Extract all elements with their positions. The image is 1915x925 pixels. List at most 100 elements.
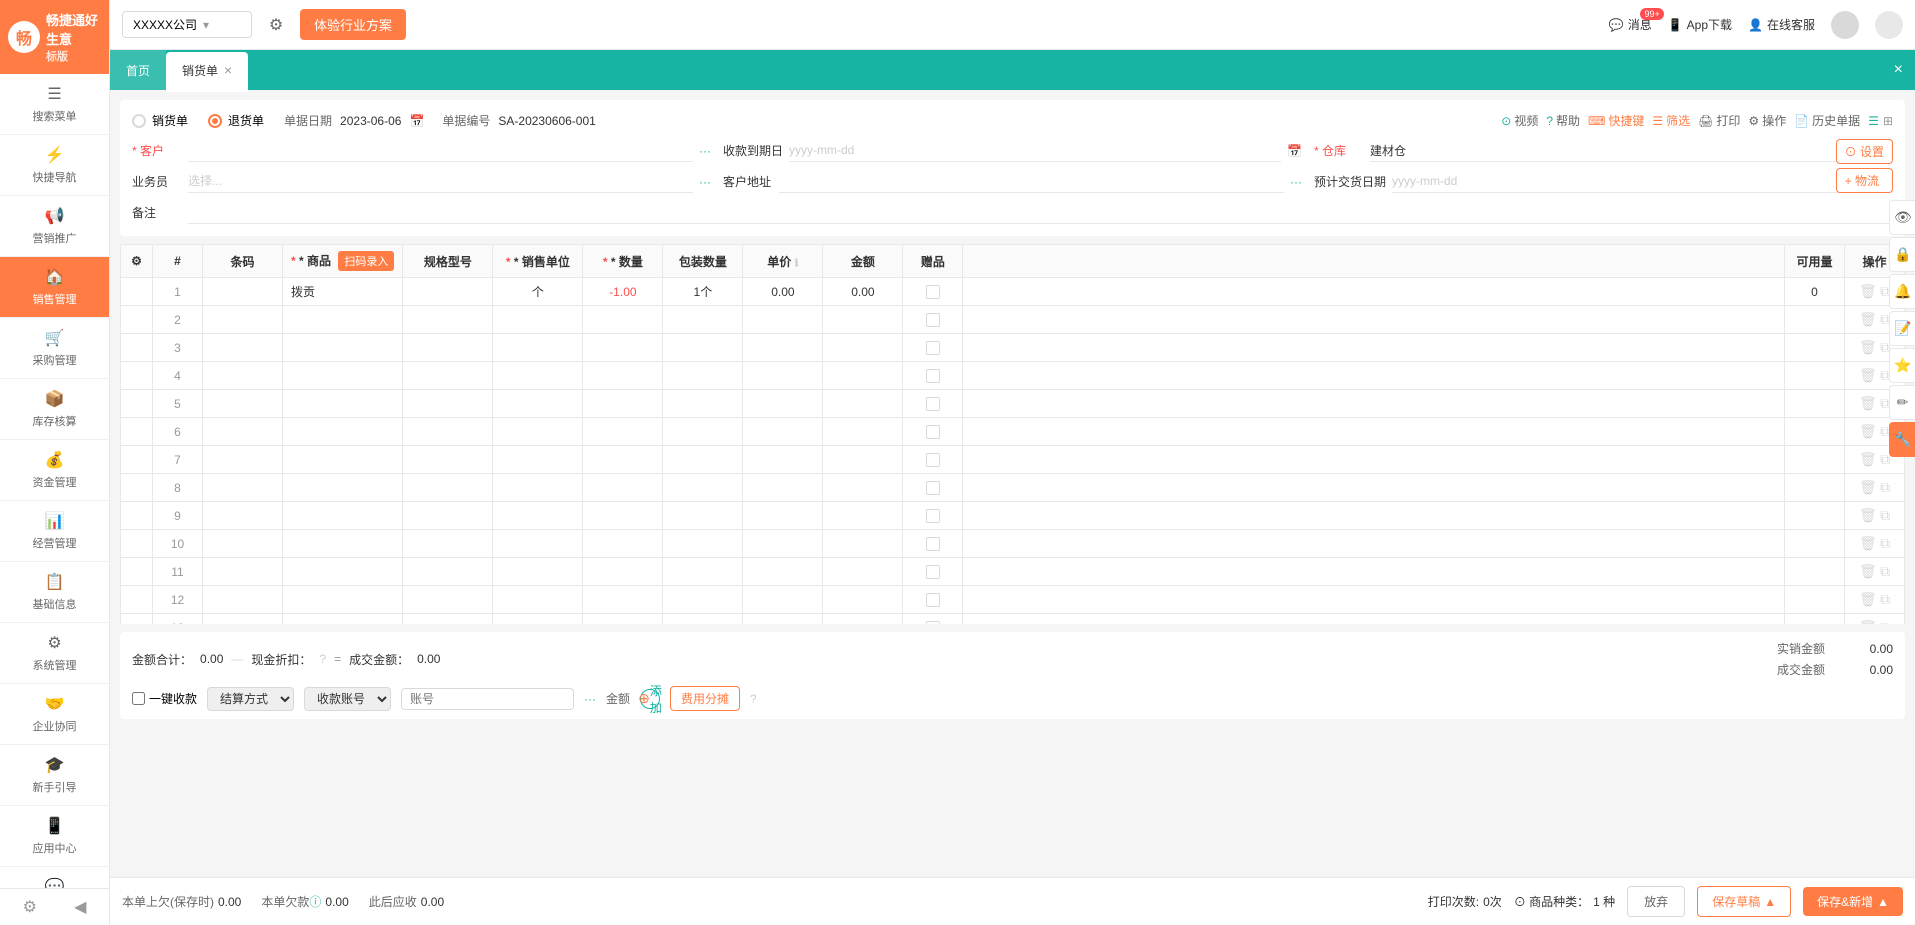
row-spec-cell[interactable] [403,502,493,530]
row-amount-cell[interactable] [823,390,903,418]
row-quantity-cell[interactable] [583,502,663,530]
gift-checkbox[interactable] [926,285,940,299]
row-unit-cell[interactable] [493,362,583,390]
settings-gear-button[interactable]: ⚙ [262,11,290,39]
collapse-icon[interactable]: ◀ [74,897,86,917]
sidebar-item-purchase[interactable]: 🛒 采购管理 [0,318,109,379]
row-amount-cell[interactable] [823,474,903,502]
row-pack-qty-cell[interactable] [663,502,743,530]
row-unit-price-cell[interactable]: 0.00 [743,278,823,306]
delete-row-icon[interactable]: 🗑 [1859,535,1877,551]
row-pack-qty-cell[interactable] [663,390,743,418]
help-action[interactable]: ? 帮助 [1546,112,1580,129]
tab-sales-order[interactable]: 销货单 × [166,52,248,92]
gift-checkbox[interactable] [926,313,940,327]
row-unit-cell[interactable] [493,558,583,586]
row-gift-cell[interactable] [903,558,963,586]
row-pack-qty-cell[interactable] [663,306,743,334]
row-remark-cell[interactable] [963,530,1785,558]
row-barcode-cell[interactable] [203,334,283,362]
row-barcode-cell[interactable] [203,278,283,306]
row-spec-cell[interactable] [403,446,493,474]
gift-checkbox[interactable] [926,509,940,523]
expected-delivery-input[interactable] [1392,170,1872,193]
row-product-cell[interactable] [283,558,403,586]
row-quantity-cell[interactable] [583,446,663,474]
row-pack-qty-cell[interactable] [663,362,743,390]
row-pack-qty-cell[interactable] [663,614,743,625]
row-unit-cell[interactable] [493,474,583,502]
add-button[interactable]: ⊕ 添加 [640,689,660,709]
video-action[interactable]: ⊙ 视频 [1501,112,1538,129]
row-barcode-cell[interactable] [203,362,283,390]
row-unit-price-cell[interactable] [743,446,823,474]
row-gift-cell[interactable] [903,418,963,446]
account-select[interactable]: 收款账号 [304,687,391,711]
row-barcode-cell[interactable] [203,390,283,418]
history-action[interactable]: 📄 历史单据 [1794,112,1860,129]
fee-split-button[interactable]: 费用分摊 [670,686,740,711]
delete-row-icon[interactable]: 🗑 [1859,423,1877,439]
row-quantity-cell[interactable] [583,558,663,586]
row-quantity-cell[interactable] [583,362,663,390]
row-amount-cell[interactable] [823,614,903,625]
row-product-cell[interactable] [283,614,403,625]
row-remark-cell[interactable] [963,502,1785,530]
quick-star-icon[interactable]: ⭐ [1889,348,1915,383]
row-unit-cell[interactable] [493,614,583,625]
row-unit-price-cell[interactable] [743,586,823,614]
delete-row-icon[interactable]: 🗑 [1859,395,1877,411]
tab-home[interactable]: 首页 [110,50,166,90]
sidebar-item-base[interactable]: 📋 基础信息 [0,562,109,623]
row-amount-cell[interactable] [823,502,903,530]
delete-row-icon[interactable]: 🗑 [1859,451,1877,467]
delete-row-icon[interactable]: 🗑 [1859,311,1877,327]
sidebar-item-system[interactable]: ⚙ 系统管理 [0,623,109,684]
sidebar-item-shortcut[interactable]: ⚡ 快捷导航 [0,135,109,196]
copy-row-icon[interactable]: ⧉ [1880,563,1890,579]
row-unit-price-cell[interactable] [743,502,823,530]
row-barcode-cell[interactable] [203,614,283,625]
row-gift-cell[interactable] [903,502,963,530]
quick-doc-icon[interactable]: 📝 [1889,311,1915,346]
row-amount-cell[interactable] [823,306,903,334]
salesperson-expand-icon[interactable]: ··· [699,175,711,189]
row-barcode-cell[interactable] [203,586,283,614]
chevron-up-icon2[interactable]: ▲ [1877,895,1889,909]
table-wrapper[interactable]: ⚙ # 条码 * * 商品 扫码录入 规格型号 * * 销售单位 [120,244,1905,624]
row-pack-qty-cell[interactable] [663,418,743,446]
row-product-cell[interactable] [283,306,403,334]
delete-row-icon[interactable]: 🗑 [1859,591,1877,607]
sidebar-item-sales[interactable]: 🏠 销售管理 [0,257,109,318]
row-barcode-cell[interactable] [203,502,283,530]
row-pack-qty-cell[interactable] [663,558,743,586]
gift-checkbox[interactable] [926,537,940,551]
remark-input[interactable] [188,201,1893,224]
sidebar-item-newbie[interactable]: 🎓 新手引导 [0,745,109,806]
quick-edit-icon[interactable]: ✏ [1889,385,1915,420]
settings-bottom-icon[interactable]: ⚙ [23,897,37,917]
row-barcode-cell[interactable] [203,418,283,446]
row-unit-cell[interactable] [493,530,583,558]
row-amount-cell[interactable] [823,334,903,362]
row-remark-cell[interactable] [963,390,1785,418]
row-product-cell[interactable] [283,502,403,530]
tab-close-icon[interactable]: × [224,62,232,78]
row-spec-cell[interactable] [403,586,493,614]
quick-lock-icon[interactable]: 🔒 [1889,237,1915,272]
row-unit-cell[interactable] [493,418,583,446]
online-service-button[interactable]: 👤 在线客服 [1748,16,1815,33]
delete-row-icon[interactable]: 🗑 [1859,507,1877,523]
gift-checkbox[interactable] [926,397,940,411]
sidebar-item-search[interactable]: ☰ 搜索菜单 [0,74,109,135]
row-quantity-cell[interactable] [583,306,663,334]
row-amount-cell[interactable] [823,446,903,474]
row-gift-cell[interactable] [903,278,963,306]
row-unit-price-cell[interactable] [743,306,823,334]
save-draft-button[interactable]: 保存草稿 ▲ [1697,886,1791,917]
return-order-radio[interactable]: 退货单 [208,112,264,129]
row-remark-cell[interactable] [963,614,1785,625]
row-unit-price-cell[interactable] [743,334,823,362]
doc-date-calendar-icon[interactable]: 📅 [409,114,424,128]
delete-row-icon[interactable]: 🗑 [1859,479,1877,495]
